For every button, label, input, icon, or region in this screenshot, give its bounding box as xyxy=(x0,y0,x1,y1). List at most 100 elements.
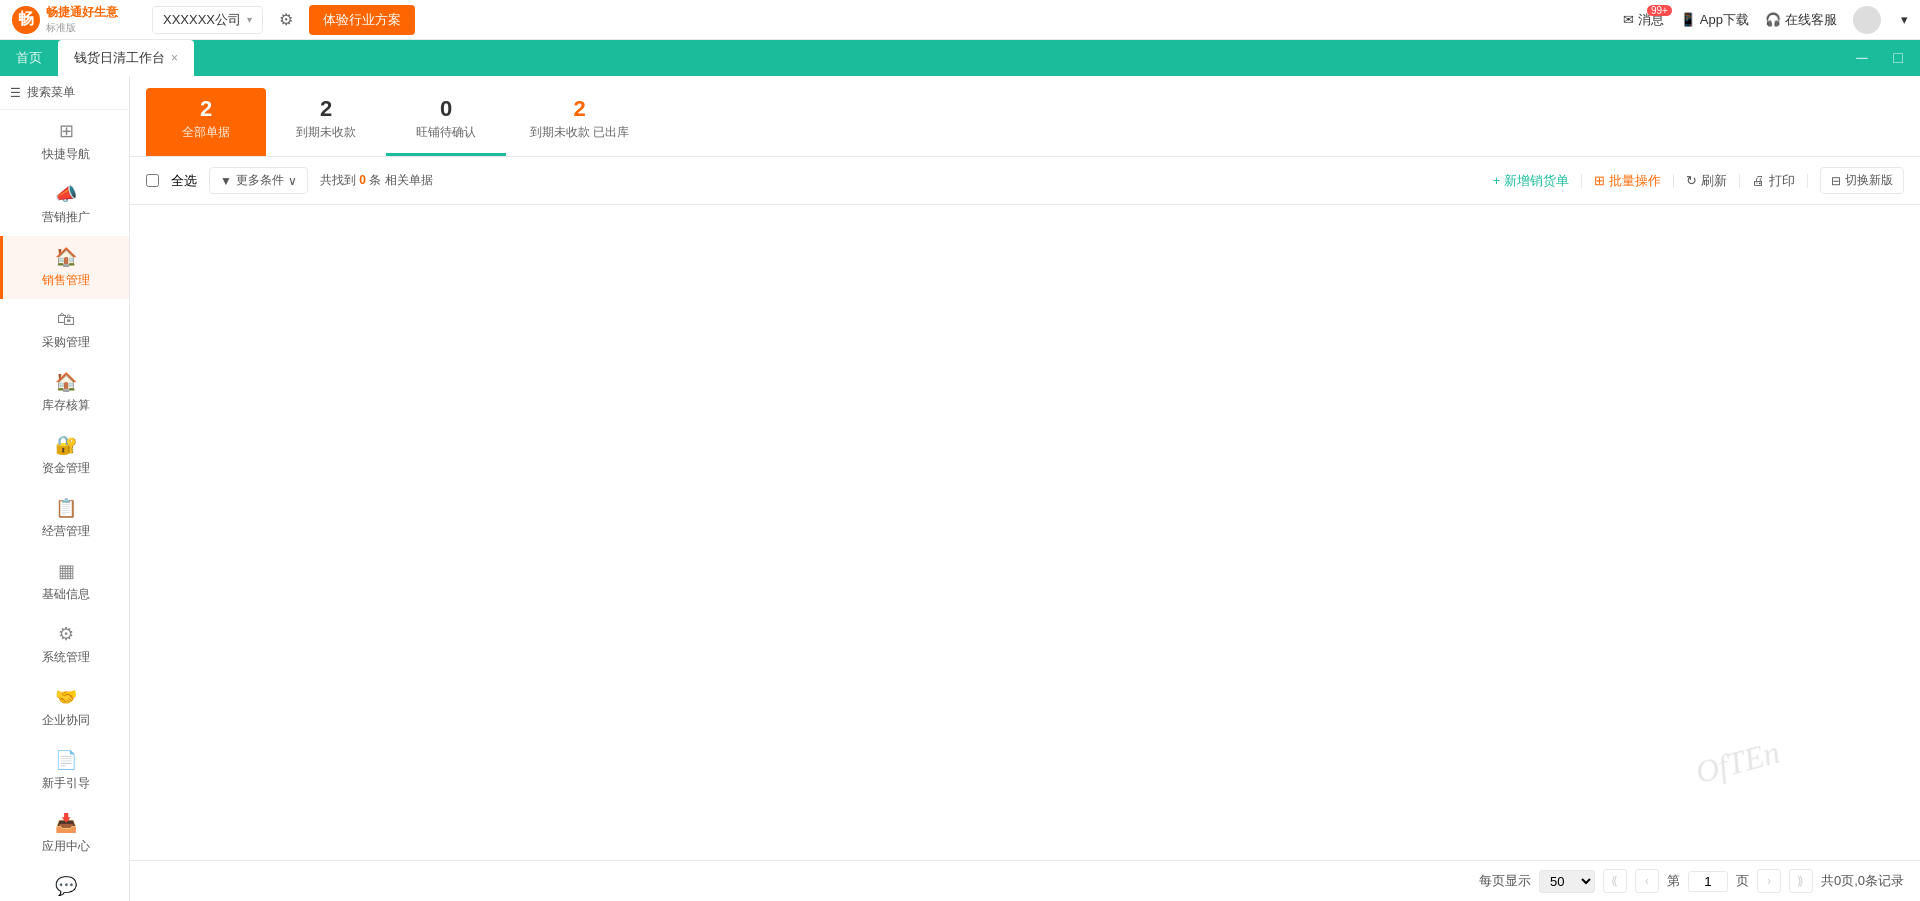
trial-button[interactable]: 体验行业方案 xyxy=(309,5,415,35)
sidebar: ☰ 搜索菜单 ⊞ 快捷导航 📣 营销推广 🏠 销售管理 🛍 采购管理 🏠 库存核… xyxy=(0,76,130,901)
stat-tab-all[interactable]: 2 全部单据 xyxy=(146,88,266,156)
toolbar: 全选 ▼ 更多条件 ∨ 共找到 0 条 相关单据 + 新增销货单 ⊞ 批量操作 xyxy=(130,157,1920,205)
message-icon: ✉ xyxy=(1623,12,1634,27)
sidebar-label-operation: 经营管理 xyxy=(42,523,90,540)
sidebar-label-purchase: 采购管理 xyxy=(42,334,90,351)
switch-label: 切换新版 xyxy=(1845,172,1893,189)
online-service-label: 在线客服 xyxy=(1785,11,1837,29)
logo-icon: 畅 xyxy=(12,6,40,34)
sidebar-item-marketing[interactable]: 📣 营销推广 xyxy=(0,173,129,236)
switch-icon: ⊟ xyxy=(1831,174,1841,188)
header-right: ✉ 消息 99+ 📱 App下载 🎧 在线客服 ▾ xyxy=(1623,6,1908,34)
sidebar-item-basic[interactable]: ▦ 基础信息 xyxy=(0,550,129,613)
search-icon: ☰ xyxy=(10,86,21,100)
page-input[interactable] xyxy=(1688,871,1728,892)
logo-sub-title: 标准版 xyxy=(46,21,118,35)
company-selector[interactable]: XXXXXX公司 ▾ xyxy=(152,6,263,34)
stats-tabs: 2 全部单据 2 到期未收款 0 旺铺待确认 2 到期未收款 已出库 xyxy=(130,76,1920,157)
page-label-end: 页 xyxy=(1736,872,1749,890)
sidebar-item-app-center[interactable]: 📥 应用中心 xyxy=(0,802,129,865)
home-icon: 🏠 xyxy=(55,246,77,268)
megaphone-icon: 📣 xyxy=(55,183,77,205)
sidebar-item-finance[interactable]: 🔐 资金管理 xyxy=(0,424,129,487)
username-item[interactable]: ▾ xyxy=(1897,12,1908,27)
sidebar-label-app-center: 应用中心 xyxy=(42,838,90,855)
page-label: 第 xyxy=(1667,872,1680,890)
sidebar-item-cooperation[interactable]: 🤝 企业协同 xyxy=(0,676,129,739)
found-text: 共找到 0 条 相关单据 xyxy=(320,172,433,189)
stat-number-overdue: 2 xyxy=(290,96,362,122)
sidebar-label-basic: 基础信息 xyxy=(42,586,90,603)
home-tab[interactable]: 首页 xyxy=(0,40,58,76)
sidebar-item-system[interactable]: ⚙ 系统管理 xyxy=(0,613,129,676)
switch-version-button[interactable]: ⊟ 切换新版 xyxy=(1820,167,1904,194)
warehouse-icon: 🏠 xyxy=(55,371,77,393)
top-header: 畅 畅捷通好生意 标准版 XXXXXX公司 ▾ ⚙ 体验行业方案 ✉ 消息 99… xyxy=(0,0,1920,40)
message-item[interactable]: ✉ 消息 99+ xyxy=(1623,11,1664,29)
first-page-button[interactable]: ⟪ xyxy=(1603,869,1627,893)
stat-tab-pending[interactable]: 0 旺铺待确认 xyxy=(386,88,506,156)
stat-tab-overdue[interactable]: 2 到期未收款 xyxy=(266,88,386,156)
select-all-label: 全选 xyxy=(171,172,197,190)
found-count: 0 xyxy=(359,173,366,187)
workbench-tab[interactable]: 钱货日清工作台 × xyxy=(58,40,194,76)
batch-icon: ⊞ xyxy=(1594,173,1605,188)
sidebar-item-purchase[interactable]: 🛍 采购管理 xyxy=(0,299,129,361)
page-size-select[interactable]: 50 20 100 xyxy=(1539,870,1595,893)
sidebar-item-quick-nav[interactable]: ⊞ 快捷导航 xyxy=(0,110,129,173)
sidebar-label-marketing: 营销推广 xyxy=(42,209,90,226)
logo-area: 畅 畅捷通好生意 标准版 xyxy=(12,4,142,35)
prev-page-button[interactable]: ‹ xyxy=(1635,869,1659,893)
lock-icon: 🔐 xyxy=(55,434,77,456)
sidebar-item-sales[interactable]: 🏠 销售管理 xyxy=(0,236,129,299)
sidebar-item-operation[interactable]: 📋 经营管理 xyxy=(0,487,129,550)
bag-icon: 🛍 xyxy=(57,309,75,330)
app-download-label: App下载 xyxy=(1700,11,1749,29)
toolbar-right: + 新增销货单 ⊞ 批量操作 ↻ 刷新 🖨 打印 ⊟ xyxy=(1493,167,1904,194)
refresh-button[interactable]: ↻ 刷新 xyxy=(1686,172,1727,190)
logo-main-title: 畅捷通好生意 xyxy=(46,4,118,21)
filter-button[interactable]: ▼ 更多条件 ∨ xyxy=(209,167,308,194)
main-layout: ☰ 搜索菜单 ⊞ 快捷导航 📣 营销推广 🏠 销售管理 🛍 采购管理 🏠 库存核… xyxy=(0,76,1920,901)
next-page-button[interactable]: › xyxy=(1757,869,1781,893)
divider3 xyxy=(1739,174,1740,188)
stat-label-all: 全部单据 xyxy=(170,124,242,141)
select-all-checkbox[interactable] xyxy=(146,174,159,187)
stat-tab-shipped[interactable]: 2 到期未收款 已出库 xyxy=(506,88,653,156)
online-service-item[interactable]: 🎧 在线客服 xyxy=(1765,11,1837,29)
settings-icon[interactable]: ⚙ xyxy=(271,5,301,35)
sidebar-item-guide[interactable]: 📄 新手引导 xyxy=(0,739,129,802)
nav-tabs: 首页 钱货日清工作台 × ─ □ xyxy=(0,40,1920,76)
new-sale-button[interactable]: + 新增销货单 xyxy=(1493,172,1569,190)
close-tab-icon[interactable]: × xyxy=(171,51,178,65)
print-button[interactable]: 🖨 打印 xyxy=(1752,172,1795,190)
sidebar-item-wechat[interactable]: 💬 企业微信 xyxy=(0,865,129,901)
chevron-down-icon: ▾ xyxy=(247,14,252,25)
guide-icon: 📄 xyxy=(55,749,77,771)
search-menu-label: 搜索菜单 xyxy=(27,84,75,101)
maximize-tab-button[interactable]: □ xyxy=(1884,44,1912,72)
stat-label-pending: 旺铺待确认 xyxy=(410,124,482,141)
sidebar-label-sales: 销售管理 xyxy=(42,272,90,289)
tab-actions: ─ □ xyxy=(1848,44,1920,72)
data-table-area xyxy=(130,205,1920,860)
app-download-item[interactable]: 📱 App下载 xyxy=(1680,11,1749,29)
sidebar-label-system: 系统管理 xyxy=(42,649,90,666)
sidebar-item-inventory[interactable]: 🏠 库存核算 xyxy=(0,361,129,424)
company-name: XXXXXX公司 xyxy=(163,11,241,29)
app-center-icon: 📥 xyxy=(55,812,77,834)
page-size-label: 每页显示 xyxy=(1479,872,1531,890)
avatar[interactable] xyxy=(1853,6,1881,34)
filter-chevron-icon: ∨ xyxy=(288,174,297,188)
user-chevron-icon: ▾ xyxy=(1901,12,1908,27)
search-menu-item[interactable]: ☰ 搜索菜单 xyxy=(0,76,129,110)
batch-operation-button[interactable]: ⊞ 批量操作 xyxy=(1594,172,1661,190)
last-page-button[interactable]: ⟫ xyxy=(1789,869,1813,893)
found-suffix: 条 相关单据 xyxy=(369,173,432,187)
sidebar-label-guide: 新手引导 xyxy=(42,775,90,792)
filter-label: 更多条件 xyxy=(236,172,284,189)
minimize-tab-button[interactable]: ─ xyxy=(1848,44,1876,72)
print-label: 打印 xyxy=(1769,172,1795,190)
gear-icon: ⚙ xyxy=(58,623,74,645)
content-area: 2 全部单据 2 到期未收款 0 旺铺待确认 2 到期未收款 已出库 全选 ▼ … xyxy=(130,76,1920,901)
